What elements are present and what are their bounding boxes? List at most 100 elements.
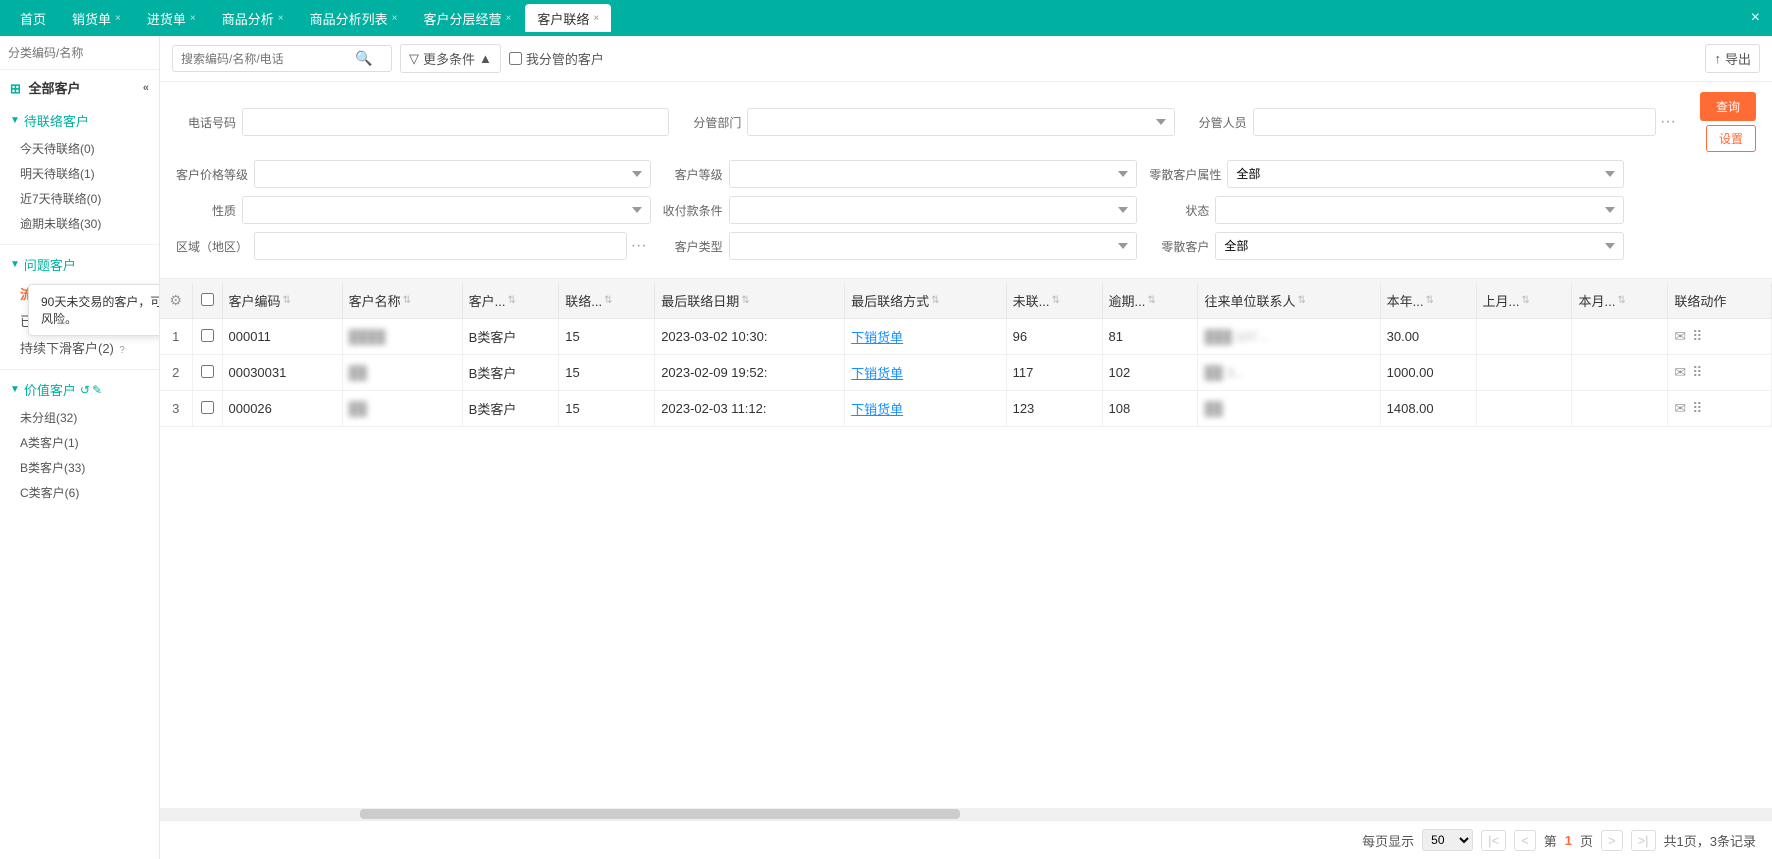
filter-phone-input[interactable] [242, 108, 669, 136]
col-last-date-sort-icon[interactable]: ⇅ [741, 295, 749, 306]
filter-dept-label: 分管部门 [681, 114, 741, 131]
data-table-container: ⚙ 客户编码 ⇅ 客户名称 [160, 283, 1772, 808]
filter-payment-select[interactable] [729, 196, 1138, 224]
col-this-year-sort-icon[interactable]: ⇅ [1425, 295, 1433, 306]
filter-retail-attr-select[interactable]: 全部 [1227, 160, 1624, 188]
sidebar-group-problem-title[interactable]: ▼ 问题客户 [0, 249, 159, 280]
tab-sales[interactable]: 销货单 × [60, 4, 133, 32]
filter-customer-level-select[interactable] [729, 160, 1138, 188]
col-last-month-sort-icon[interactable]: ⇅ [1521, 295, 1529, 306]
tab-analysis-label: 商品分析 [222, 9, 274, 28]
filter-price-level-select[interactable] [254, 160, 651, 188]
next-page-btn[interactable]: > [1601, 830, 1623, 851]
settings-button[interactable]: 设置 [1706, 125, 1756, 152]
col-type-sort-icon[interactable]: ⇅ [508, 295, 516, 306]
toolbar-search-input[interactable] [181, 52, 351, 66]
row2-person-blurred: ██ 3... [1204, 365, 1244, 380]
row3-more-icon[interactable]: ⠿ [1692, 400, 1702, 417]
filter-retail-select[interactable]: 全部 [1215, 232, 1624, 260]
filter-customer-level-label: 客户等级 [663, 166, 723, 183]
value-refresh-icon[interactable]: ↺ [80, 383, 90, 397]
col-name-sort-icon[interactable]: ⇅ [403, 295, 411, 306]
sidebar-item-churn-warning[interactable]: 流失预警客户(3) ● [0, 280, 159, 307]
scrollbar-thumb[interactable] [360, 809, 960, 819]
filter-row-3: 性质 收付款条件 状态 [176, 196, 1756, 224]
sidebar-group-value-title[interactable]: ▼ 价值客户 ↺ ✎ [0, 374, 159, 405]
row1-method-link[interactable]: 下销货单 [851, 330, 903, 345]
tab-analysis-list-close[interactable]: × [392, 13, 398, 24]
col-unlocked-sort-icon[interactable]: ⇅ [1051, 295, 1059, 306]
row2-checkbox[interactable] [201, 365, 214, 378]
filter-nature-select[interactable] [242, 196, 651, 224]
filter-person-input[interactable] [1253, 108, 1656, 136]
row2-method-link[interactable]: 下销货单 [851, 366, 903, 381]
sidebar-group-pending-title[interactable]: ▼ 待联络客户 [0, 105, 159, 136]
export-btn[interactable]: ↑ 导出 [1705, 44, 1760, 73]
row1-contact-icon[interactable]: ✉ [1674, 328, 1686, 345]
sidebar-collapse-icon[interactable]: « [143, 82, 149, 94]
tab-purchase-label: 进货单 [147, 9, 186, 28]
tab-analysis-close[interactable]: × [278, 13, 284, 24]
tab-customer-layer-close[interactable]: × [505, 13, 511, 24]
sidebar-search-input[interactable] [8, 46, 160, 60]
tab-analysis-list[interactable]: 商品分析列表 × [298, 4, 410, 32]
tab-purchase-close[interactable]: × [190, 13, 196, 24]
sidebar-all-customers[interactable]: ⊞ 全部客户 « [0, 70, 159, 105]
sidebar-item-tomorrow[interactable]: 明天待联络(1) [0, 161, 159, 186]
first-page-btn[interactable]: |< [1481, 830, 1506, 851]
select-all-checkbox[interactable] [201, 293, 214, 306]
filter-region-input[interactable] [254, 232, 627, 260]
col-last-method-sort-icon[interactable]: ⇅ [931, 295, 939, 306]
filter-person-dots[interactable]: ··· [1656, 113, 1680, 131]
tab-sales-close[interactable]: × [115, 13, 121, 24]
sidebar-item-declining[interactable]: 持续下滑客户(2) ? [0, 334, 159, 361]
tab-customer-contact[interactable]: 客户联络 × [525, 4, 611, 32]
row1-checkbox[interactable] [201, 329, 214, 342]
row1-more-icon[interactable]: ⠿ [1692, 328, 1702, 345]
col-overdue-sort-icon[interactable]: ⇅ [1147, 295, 1155, 306]
col-code-sort-icon[interactable]: ⇅ [283, 295, 291, 306]
tab-sales-label: 销货单 [72, 9, 111, 28]
sidebar-item-a-class[interactable]: A类客户(1) [0, 430, 159, 455]
tab-bar-close-all[interactable]: × [1747, 5, 1764, 30]
sidebar-item-overdue[interactable]: 逾期未联络(30) [0, 211, 159, 236]
sidebar-item-c-class[interactable]: C类客户(6) [0, 480, 159, 505]
my-customers-checkbox-label[interactable]: 我分管的客户 [509, 49, 604, 68]
filter-region-dots[interactable]: ··· [627, 237, 651, 255]
filter-customer-type-select[interactable] [729, 232, 1138, 260]
row2-more-icon[interactable]: ⠿ [1692, 364, 1702, 381]
more-conditions-btn[interactable]: ▽ 更多条件 ▲ [400, 44, 501, 73]
prev-page-btn[interactable]: < [1514, 830, 1536, 851]
toolbar-search-icon[interactable]: 🔍 [355, 50, 372, 67]
col-contact-person-sort-icon[interactable]: ⇅ [1297, 295, 1305, 306]
row3-contact-icon[interactable]: ✉ [1674, 400, 1686, 417]
table-gear-icon[interactable]: ⚙ [169, 292, 182, 308]
row3-checkbox[interactable] [201, 401, 214, 414]
tab-customer-layer[interactable]: 客户分层经营 × [411, 4, 523, 32]
filter-dept-select[interactable] [747, 108, 1174, 136]
col-contact-num-sort-icon[interactable]: ⇅ [604, 295, 612, 306]
tab-home[interactable]: 首页 [8, 4, 58, 32]
sidebar-item-7days[interactable]: 近7天待联络(0) [0, 186, 159, 211]
per-page-select[interactable]: 50 100 [1422, 829, 1473, 851]
row3-method-link[interactable]: 下销货单 [851, 402, 903, 417]
horizontal-scrollbar[interactable] [160, 808, 1772, 820]
sidebar-item-ungroup[interactable]: 未分组(32) [0, 405, 159, 430]
query-button[interactable]: 查询 [1700, 92, 1756, 121]
last-page-btn[interactable]: >| [1631, 830, 1656, 851]
sidebar-item-b-class[interactable]: B类客户(33) [0, 455, 159, 480]
row2-contact-icon[interactable]: ✉ [1674, 364, 1686, 381]
value-edit-icon[interactable]: ✎ [92, 383, 102, 397]
tab-analysis[interactable]: 商品分析 × [210, 4, 296, 32]
col-type-label: 客户... [469, 291, 506, 310]
tab-customer-contact-close[interactable]: × [593, 13, 599, 24]
sidebar-item-today[interactable]: 今天待联络(0) [0, 136, 159, 161]
col-this-month-sort-icon[interactable]: ⇅ [1617, 295, 1625, 306]
my-customers-checkbox[interactable] [509, 52, 522, 65]
tab-purchase[interactable]: 进货单 × [135, 4, 208, 32]
tab-customer-layer-label: 客户分层经营 [423, 9, 501, 28]
sidebar: 🔍 ⊞ 全部客户 « ▼ 待联络客户 今天待联络(0) 明天待联络(1) 近7天… [0, 36, 160, 859]
filter-status-select[interactable] [1215, 196, 1624, 224]
row1-this-month [1572, 319, 1668, 355]
sidebar-item-churned[interactable]: 已流失客户(24) ? [0, 307, 159, 334]
